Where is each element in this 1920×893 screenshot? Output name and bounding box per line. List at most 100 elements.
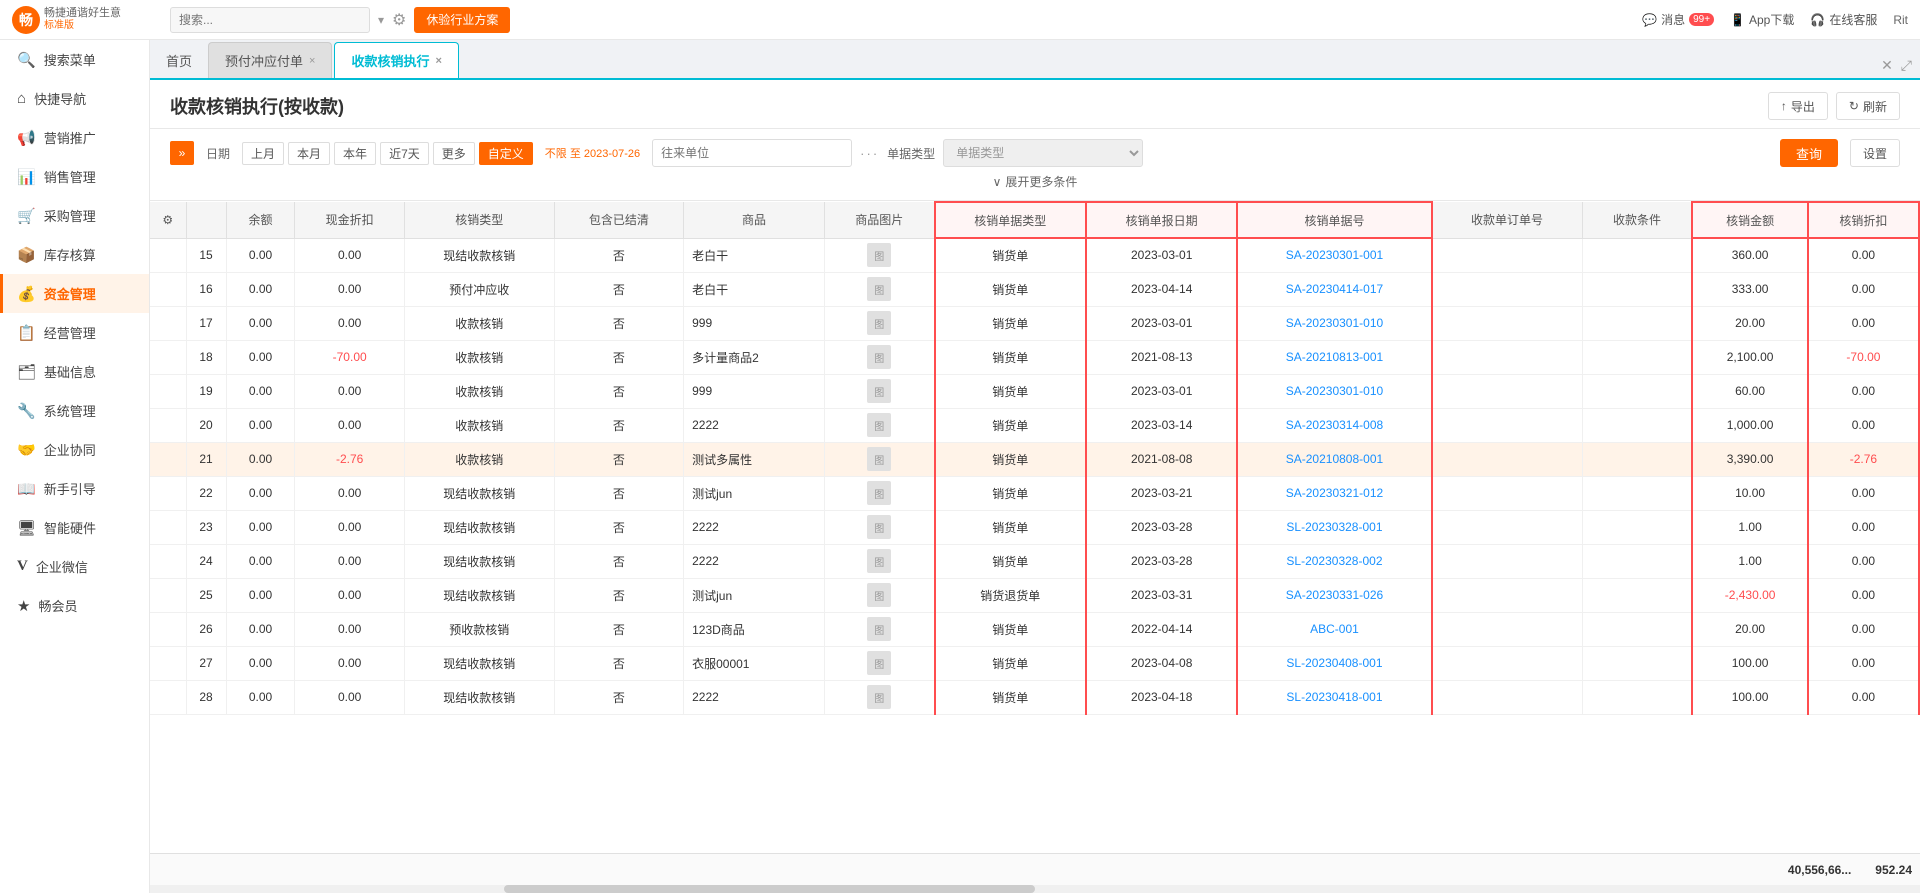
scroll-thumb[interactable]	[504, 885, 1035, 893]
td-bill-no[interactable]: SA-20230414-017	[1237, 272, 1431, 306]
column-settings-icon[interactable]: ⚙	[162, 213, 173, 227]
base-icon: 🗂	[17, 363, 36, 381]
settings-icon[interactable]: ⚙	[392, 10, 406, 30]
online-service-btn[interactable]: 🎧 在线客服	[1810, 11, 1877, 28]
partner-input[interactable]	[652, 139, 852, 167]
table-row: 23 0.00 0.00 现结收款核销 否 2222 图 销货单 2023-03…	[150, 510, 1919, 544]
td-product: 测试多属性	[684, 442, 825, 476]
prepay-tab-close[interactable]: ×	[309, 55, 315, 67]
export-btn[interactable]: ↑ 导出	[1768, 92, 1828, 120]
last-7days-btn[interactable]: 近7天	[380, 142, 429, 165]
td-include-settled: 否	[554, 476, 684, 510]
td-bill-no[interactable]: SL-20230328-001	[1237, 510, 1431, 544]
td-bill-no[interactable]: SA-20210808-001	[1237, 442, 1431, 476]
sidebar-item-system[interactable]: 🔧 系统管理	[0, 391, 149, 430]
dropdown-icon[interactable]: ▾	[378, 13, 384, 27]
td-verify-type: 现结收款核销	[404, 238, 554, 272]
export-icon: ↑	[1781, 99, 1787, 113]
table-row: 16 0.00 0.00 预付冲应收 否 老白干 图 销货单 2023-04-1…	[150, 272, 1919, 306]
sidebar-item-search[interactable]: 🔍 搜索菜单	[0, 40, 149, 79]
tab-home[interactable]: 首页	[150, 42, 208, 78]
table-row: 17 0.00 0.00 收款核销 否 999 图 销货单 2023-03-01…	[150, 306, 1919, 340]
this-year-btn[interactable]: 本年	[334, 142, 376, 165]
filter-expand-btn[interactable]: »	[170, 141, 194, 165]
td-collection-order	[1432, 238, 1583, 272]
th-settings[interactable]: ⚙	[150, 202, 186, 238]
table-area[interactable]: ⚙ 余额 现金折扣 核销类型 包含已结清 商品 商品图片 核销单据类型 核销单报…	[150, 201, 1920, 853]
td-collection-order	[1432, 680, 1583, 714]
td-verify-amount: 60.00	[1692, 374, 1808, 408]
query-btn[interactable]: 查询	[1780, 139, 1838, 167]
td-settings	[150, 340, 186, 374]
custom-date-btn[interactable]: 自定义	[479, 142, 533, 165]
sidebar-item-nav[interactable]: ⌂ 快捷导航	[0, 79, 149, 118]
td-bill-no[interactable]: SA-20230331-026	[1237, 578, 1431, 612]
td-balance: 0.00	[226, 510, 295, 544]
table-row: 25 0.00 0.00 现结收款核销 否 测试jun 图 销货退货单 2023…	[150, 578, 1919, 612]
td-bill-date: 2023-03-31	[1086, 578, 1237, 612]
td-bill-no[interactable]: SL-20230408-001	[1237, 646, 1431, 680]
td-product: 测试jun	[684, 578, 825, 612]
expand-conditions-btn[interactable]: ∨ 展开更多条件	[170, 173, 1900, 190]
td-bill-no[interactable]: SA-20230301-010	[1237, 306, 1431, 340]
td-verify-amount: 333.00	[1692, 272, 1808, 306]
tab-prepay[interactable]: 预付冲应付单 ×	[208, 42, 332, 78]
td-verify-type: 收款核销	[404, 442, 554, 476]
sidebar-item-member[interactable]: ★ 畅会员	[0, 586, 149, 625]
last-month-btn[interactable]: 上月	[242, 142, 284, 165]
sidebar-item-purchase[interactable]: 🛒 采购管理	[0, 196, 149, 235]
td-balance: 0.00	[226, 646, 295, 680]
td-bill-no[interactable]: SA-20230321-012	[1237, 476, 1431, 510]
more-date-btn[interactable]: 更多	[433, 142, 475, 165]
sidebar-item-sales[interactable]: 📊 销售管理	[0, 157, 149, 196]
td-bill-no[interactable]: SL-20230418-001	[1237, 680, 1431, 714]
td-bill-no[interactable]: SL-20230328-002	[1237, 544, 1431, 578]
td-payment-terms	[1582, 340, 1692, 374]
td-verify-discount: 0.00	[1808, 612, 1919, 646]
td-product-image: 图	[824, 238, 934, 272]
td-bill-no[interactable]: SA-20210813-001	[1237, 340, 1431, 374]
operations-icon: 📋	[17, 324, 36, 342]
industry-btn[interactable]: 休验行业方案	[414, 7, 510, 33]
sidebar-item-guide[interactable]: 📖 新手引导	[0, 469, 149, 508]
app-download-btn[interactable]: 📱 App下载	[1730, 11, 1794, 28]
page-title: 收款核销执行(按收款)	[170, 93, 344, 119]
sidebar-item-base[interactable]: 🗂 基础信息	[0, 352, 149, 391]
nav-icon: ⌂	[17, 90, 26, 107]
sidebar-label-system: 系统管理	[44, 401, 96, 420]
collection-tab-label: 收款核销执行	[351, 51, 429, 70]
td-verify-amount: 3,390.00	[1692, 442, 1808, 476]
td-seq: 15	[186, 238, 226, 272]
messages-btn[interactable]: 💬 消息 99+	[1642, 11, 1714, 28]
collection-tab-close[interactable]: ×	[435, 55, 441, 67]
filter-settings-btn[interactable]: 设置	[1850, 139, 1900, 167]
close-tab-icon[interactable]: ✕	[1881, 57, 1893, 74]
bill-type-select[interactable]: 单据类型	[943, 139, 1143, 167]
sidebar-item-finance[interactable]: 💰 资金管理	[0, 274, 149, 313]
td-bill-no[interactable]: ABC-001	[1237, 612, 1431, 646]
table-body: 15 0.00 0.00 现结收款核销 否 老白干 图 销货单 2023-03-…	[150, 238, 1919, 714]
td-balance: 0.00	[226, 340, 295, 374]
td-balance: 0.00	[226, 306, 295, 340]
sidebar-item-operations[interactable]: 📋 经营管理	[0, 313, 149, 352]
content-area: 首页 预付冲应付单 × 收款核销执行 × ✕ ⤢ 收款核销执行(按收款)	[150, 40, 1920, 893]
sidebar-item-marketing[interactable]: 📢 营销推广	[0, 118, 149, 157]
td-bill-no[interactable]: SA-20230314-008	[1237, 408, 1431, 442]
sidebar-item-wechat[interactable]: V 企业微信	[0, 547, 149, 586]
td-bill-type: 销货单	[935, 408, 1086, 442]
td-bill-no[interactable]: SA-20230301-010	[1237, 374, 1431, 408]
top-search-input[interactable]	[170, 7, 370, 33]
td-bill-type: 销货单	[935, 476, 1086, 510]
sidebar-item-collab[interactable]: 🤝 企业协同	[0, 430, 149, 469]
maximize-icon[interactable]: ⤢	[1901, 57, 1912, 74]
refresh-btn[interactable]: ↻ 刷新	[1836, 92, 1900, 120]
tab-collection[interactable]: 收款核销执行 ×	[334, 42, 458, 78]
td-verify-type: 现结收款核销	[404, 646, 554, 680]
this-month-btn[interactable]: 本月	[288, 142, 330, 165]
td-include-settled: 否	[554, 238, 684, 272]
sidebar-item-hardware[interactable]: 🖥 智能硬件	[0, 508, 149, 547]
horizontal-scrollbar[interactable]	[150, 885, 1920, 893]
td-bill-no[interactable]: SA-20230301-001	[1237, 238, 1431, 272]
sidebar-item-inventory[interactable]: 📦 库存核算	[0, 235, 149, 274]
td-cash-discount: 0.00	[295, 510, 404, 544]
